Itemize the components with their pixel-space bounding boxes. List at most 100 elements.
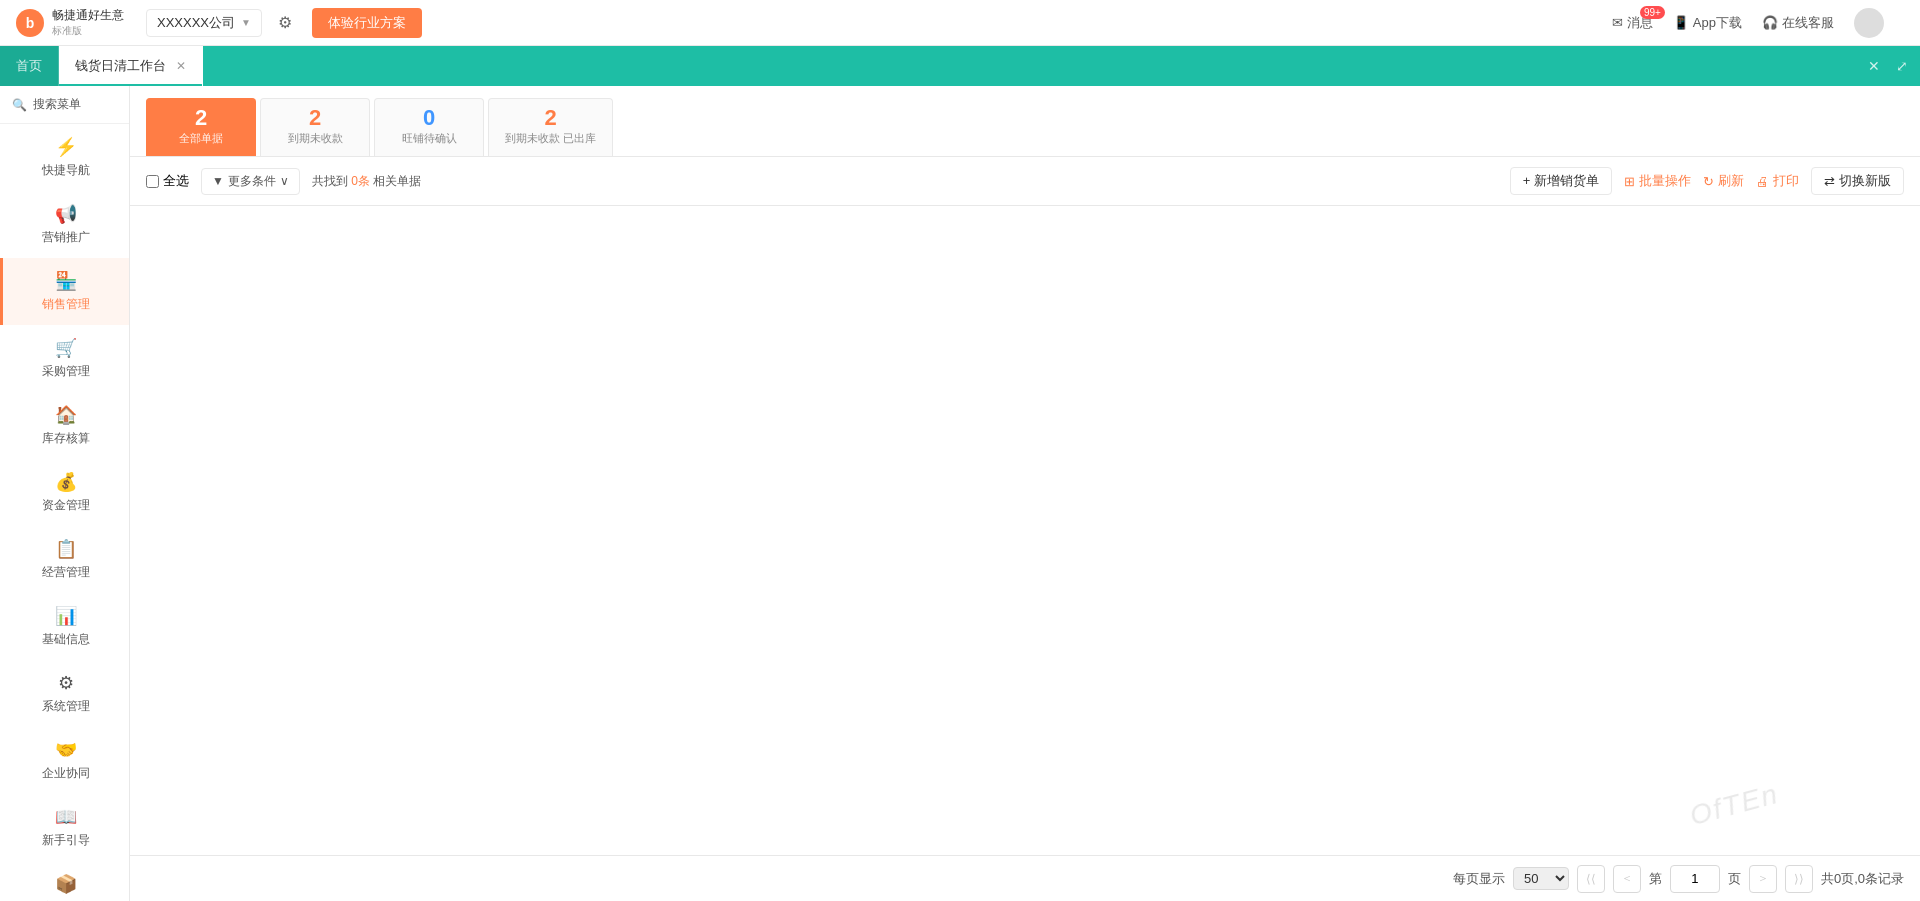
- next-page-button[interactable]: ＞: [1749, 865, 1777, 893]
- app-download-button[interactable]: 📱 App下载: [1673, 14, 1742, 32]
- company-selector[interactable]: XXXXXX公司 ▼: [146, 9, 262, 37]
- switch-version-button[interactable]: ⇄ 切换新版: [1811, 167, 1904, 195]
- pagination: 每页显示 50 100 200 ⟨⟨ ＜ 第 页 ＞ ⟩⟩ 共0页,0条记录: [130, 855, 1920, 901]
- inventory-label: 库存核算: [42, 430, 90, 447]
- basic-info-label: 基础信息: [42, 631, 90, 648]
- sales-icon: 🏪: [55, 270, 77, 292]
- overdue-count: 2: [277, 107, 353, 129]
- stat-tab-overdue[interactable]: 2 到期未收款: [260, 98, 370, 156]
- filter-button[interactable]: ▼ 更多条件 ∨: [201, 168, 300, 195]
- select-all-label: 全选: [163, 172, 189, 190]
- found-text: 共找到 0条 相关单据: [312, 173, 421, 190]
- capital-icon: 💰: [55, 471, 77, 493]
- tab-close-action-icon[interactable]: ✕: [1864, 54, 1884, 78]
- toolbar-right: + 新增销货单 ⊞ 批量操作 ↻ 刷新 🖨 打印 ⇄ 切换新版: [1510, 167, 1904, 195]
- sidebar-item-inventory[interactable]: 🏠 库存核算: [0, 392, 129, 459]
- system-label: 系统管理: [42, 698, 90, 715]
- sidebar-item-purchase[interactable]: 🛒 采购管理: [0, 325, 129, 392]
- avatar[interactable]: [1854, 8, 1884, 38]
- purchase-icon: 🛒: [55, 337, 77, 359]
- system-icon: ⚙: [58, 672, 74, 694]
- marketing-label: 营销推广: [42, 229, 90, 246]
- search-menu-item[interactable]: 🔍 搜索菜单: [0, 86, 129, 124]
- cash-work-tab-label: 钱货日清工作台: [75, 57, 166, 75]
- basic-info-icon: 📊: [55, 605, 77, 627]
- chevron-down-icon: ▼: [241, 17, 251, 28]
- pending-label: 旺铺待确认: [391, 131, 467, 146]
- sales-label: 销售管理: [42, 296, 90, 313]
- search-icon: 🔍: [12, 98, 27, 112]
- batch-operation-button[interactable]: ⊞ 批量操作: [1624, 172, 1691, 190]
- filter-icon: ▼: [212, 174, 224, 188]
- purchase-label: 采购管理: [42, 363, 90, 380]
- last-page-button[interactable]: ⟩⟩: [1785, 865, 1813, 893]
- service-icon: 🎧: [1762, 15, 1778, 30]
- sidebar-item-enterprise[interactable]: 🤝 企业协同: [0, 727, 129, 794]
- marketing-icon: 📢: [55, 203, 77, 225]
- sidebar-item-capital[interactable]: 💰 资金管理: [0, 459, 129, 526]
- stats-tabs: 2 全部单据 2 到期未收款 0 旺铺待确认 2 到期未收款 已出库: [130, 86, 1920, 157]
- sidebar-item-marketing[interactable]: 📢 营销推广: [0, 191, 129, 258]
- sidebar-item-quick-nav[interactable]: ⚡ 快捷导航: [0, 124, 129, 191]
- sidebar-item-app-center[interactable]: 📦 应用中心: [0, 861, 129, 901]
- tab-close-icon[interactable]: ✕: [176, 59, 186, 73]
- print-icon: 🖨: [1756, 174, 1769, 189]
- select-all-input[interactable]: [146, 175, 159, 188]
- overdue-label: 到期未收款: [277, 131, 353, 146]
- enterprise-icon: 🤝: [55, 739, 77, 761]
- refresh-button[interactable]: ↻ 刷新: [1703, 172, 1744, 190]
- download-icon: 📱: [1673, 15, 1689, 30]
- app-center-icon: 📦: [55, 873, 77, 895]
- company-name: XXXXXX公司: [157, 14, 235, 32]
- newbie-label: 新手引导: [42, 832, 90, 849]
- overdue-out-count: 2: [505, 107, 596, 129]
- tab-home[interactable]: 首页: [0, 46, 59, 86]
- logo-area: b 畅捷通好生意 标准版: [16, 8, 146, 37]
- sidebar-item-basic-info[interactable]: 📊 基础信息: [0, 593, 129, 660]
- sidebar-item-newbie[interactable]: 📖 新手引导: [0, 794, 129, 861]
- table-area: [130, 206, 1920, 855]
- sidebar-item-operation[interactable]: 📋 经营管理: [0, 526, 129, 593]
- first-page-button[interactable]: ⟨⟨: [1577, 865, 1605, 893]
- sidebar-item-system[interactable]: ⚙ 系统管理: [0, 660, 129, 727]
- all-label: 全部单据: [163, 131, 239, 146]
- messages-button[interactable]: ✉ 消息 99+: [1612, 14, 1653, 32]
- quick-nav-label: 快捷导航: [42, 162, 90, 179]
- top-bar: b 畅捷通好生意 标准版 XXXXXX公司 ▼ ⚙ 体验行业方案 ✉ 消息 99…: [0, 0, 1920, 46]
- total-label: 共0页,0条记录: [1821, 870, 1904, 888]
- page-label-end: 页: [1728, 870, 1741, 888]
- stat-tab-overdue-out[interactable]: 2 到期未收款 已出库: [488, 98, 613, 156]
- stat-tab-pending[interactable]: 0 旺铺待确认: [374, 98, 484, 156]
- content-area: 2 全部单据 2 到期未收款 0 旺铺待确认 2 到期未收款 已出库 全选: [130, 86, 1920, 901]
- pending-count: 0: [391, 107, 467, 129]
- trial-button[interactable]: 体验行业方案: [312, 8, 422, 38]
- found-count: 0条: [351, 174, 370, 188]
- sidebar: 🔍 搜索菜单 ⚡ 快捷导航 📢 营销推广 🏪 销售管理 🛒 采购管理 🏠 库存核…: [0, 86, 130, 901]
- messages-badge: 99+: [1640, 6, 1665, 19]
- prev-page-button[interactable]: ＜: [1613, 865, 1641, 893]
- tab-bar: 首页 钱货日清工作台 ✕ ✕ ⤢: [0, 46, 1920, 86]
- settings-icon[interactable]: ⚙: [270, 8, 300, 38]
- newbie-icon: 📖: [55, 806, 77, 828]
- toolbar: 全选 ▼ 更多条件 ∨ 共找到 0条 相关单据 + 新增销货单 ⊞ 批量操作: [130, 157, 1920, 206]
- new-sale-order-button[interactable]: + 新增销货单: [1510, 167, 1612, 195]
- message-icon: ✉: [1612, 15, 1623, 30]
- search-menu-label: 搜索菜单: [33, 96, 81, 113]
- online-service-button[interactable]: 🎧 在线客服: [1762, 14, 1834, 32]
- filter-chevron-icon: ∨: [280, 174, 289, 188]
- batch-icon: ⊞: [1624, 174, 1635, 189]
- select-all-checkbox[interactable]: 全选: [146, 172, 189, 190]
- per-page-select[interactable]: 50 100 200: [1513, 867, 1569, 890]
- quick-nav-icon: ⚡: [55, 136, 77, 158]
- overdue-out-label: 到期未收款 已出库: [505, 131, 596, 146]
- stat-tab-all[interactable]: 2 全部单据: [146, 98, 256, 156]
- per-page-label: 每页显示: [1453, 870, 1505, 888]
- print-button[interactable]: 🖨 打印: [1756, 172, 1799, 190]
- switch-icon: ⇄: [1824, 174, 1835, 189]
- sidebar-item-sales[interactable]: 🏪 销售管理: [0, 258, 129, 325]
- page-number-input[interactable]: [1670, 865, 1720, 893]
- operation-icon: 📋: [55, 538, 77, 560]
- refresh-icon: ↻: [1703, 174, 1714, 189]
- tab-cash-work[interactable]: 钱货日清工作台 ✕: [59, 46, 203, 86]
- tab-expand-icon[interactable]: ⤢: [1892, 54, 1912, 78]
